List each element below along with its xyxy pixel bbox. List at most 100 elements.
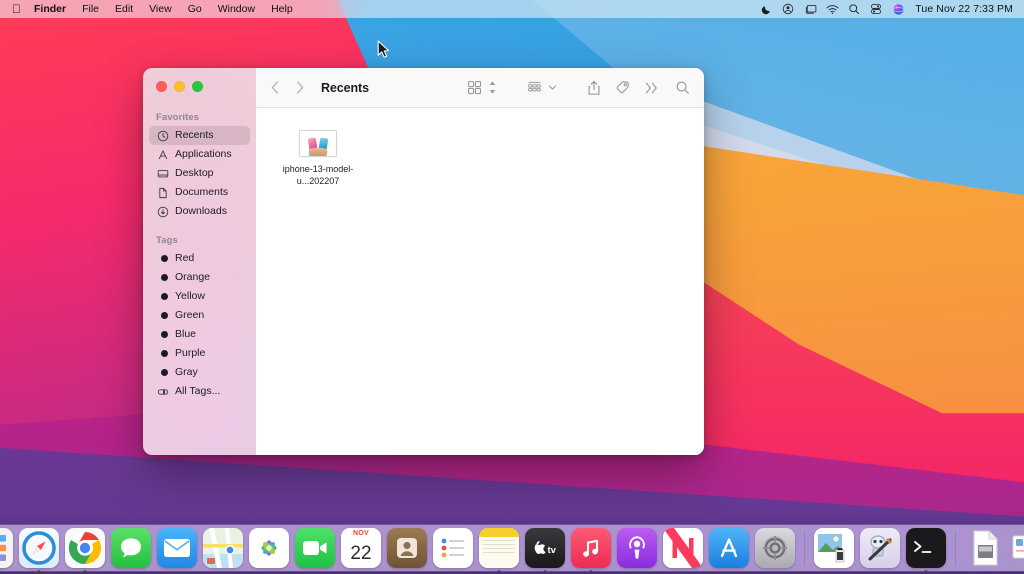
search-spotlight-icon[interactable] — [843, 0, 865, 18]
dock-item-messages[interactable] — [111, 528, 151, 568]
running-indicator — [544, 570, 547, 573]
more-chevrons-icon[interactable] — [640, 78, 664, 98]
dock-item-contacts[interactable] — [387, 528, 427, 568]
navigation-buttons — [266, 78, 309, 98]
dock-item-appletv[interactable]: tv — [525, 528, 565, 568]
window-traffic-lights — [156, 81, 203, 92]
user-account-circle-icon[interactable] — [777, 0, 799, 18]
menu-bar-left:  Finder File Edit View Go Window Help — [7, 0, 301, 18]
finder-main-pane: Recents — [256, 68, 704, 455]
dock-item-notes[interactable] — [479, 528, 519, 568]
menu-item-window[interactable]: Window — [210, 0, 263, 18]
apple-logo-icon[interactable]:  — [7, 2, 28, 17]
chevron-down-icon[interactable] — [547, 78, 558, 98]
dock-item-terminal[interactable] — [906, 528, 946, 568]
icon-view-grid-icon[interactable] — [464, 78, 484, 98]
tag-dot-icon — [156, 290, 169, 303]
share-icon[interactable] — [584, 78, 604, 98]
sidebar-item-label: Blue — [175, 328, 196, 341]
desktop-icon — [156, 167, 169, 180]
dock-item-downloads-stack[interactable] — [1011, 528, 1024, 568]
siri-icon[interactable] — [887, 0, 909, 18]
menu-item-view[interactable]: View — [141, 0, 180, 18]
finder-toolbar: Recents — [256, 68, 704, 108]
dock-item-facetime[interactable] — [295, 528, 335, 568]
sidebar-section-tags: Tags — [143, 231, 256, 249]
dock-item-podcasts[interactable] — [617, 528, 657, 568]
toolbar-actions — [584, 78, 692, 98]
sidebar-item-label: Purple — [175, 347, 205, 360]
sidebar-item-label: Gray — [175, 366, 198, 379]
menu-item-finder[interactable]: Finder — [28, 0, 74, 18]
menu-bar-clock[interactable]: Tue Nov 22 7:33 PM — [909, 3, 1017, 15]
menu-item-help[interactable]: Help — [263, 0, 301, 18]
sidebar-item-recents[interactable]: Recents — [149, 126, 250, 145]
finder-file-area[interactable]: iphone-13-model-u...202207 — [256, 108, 704, 455]
sidebar-item-downloads[interactable]: Downloads — [149, 202, 250, 221]
running-indicator — [498, 570, 501, 573]
dock-item-maps[interactable] — [203, 528, 243, 568]
tag-icon[interactable] — [612, 78, 632, 98]
menu-item-go[interactable]: Go — [180, 0, 210, 18]
sidebar-item-applications[interactable]: Applications — [149, 145, 250, 164]
tag-dot-icon — [156, 347, 169, 360]
dock-item-chrome[interactable] — [65, 528, 105, 568]
dock-item-reminders[interactable] — [433, 528, 473, 568]
dock-item-launchpad[interactable] — [0, 528, 13, 568]
dock-item-automator[interactable] — [860, 528, 900, 568]
menu-item-edit[interactable]: Edit — [107, 0, 141, 18]
sidebar-tag-yellow[interactable]: Yellow — [149, 287, 250, 306]
running-indicator — [925, 570, 928, 573]
stepper-up-down-icon[interactable] — [487, 78, 498, 98]
dock-item-document-stack[interactable] — [965, 528, 1005, 568]
forward-button[interactable] — [291, 78, 309, 98]
sidebar-tag-green[interactable]: Green — [149, 306, 250, 325]
sidebar-tag-orange[interactable]: Orange — [149, 268, 250, 287]
sidebar-item-all-tags[interactable]: All Tags... — [149, 382, 250, 401]
menu-bar-status-area: Tue Nov 22 7:33 PM — [755, 0, 1017, 18]
dock-item-news[interactable] — [663, 528, 703, 568]
svg-text:tv: tv — [548, 545, 557, 555]
sidebar-item-desktop[interactable]: Desktop — [149, 164, 250, 183]
screen-mirroring-icon[interactable] — [799, 0, 821, 18]
menu-item-file[interactable]: File — [74, 0, 107, 18]
window-title: Recents — [321, 81, 369, 95]
applications-icon — [156, 148, 169, 161]
search-icon[interactable] — [672, 78, 692, 98]
view-controls — [464, 78, 498, 98]
dock-item-preview[interactable] — [814, 528, 854, 568]
tag-dot-icon — [156, 328, 169, 341]
back-button[interactable] — [266, 78, 284, 98]
group-by-icon[interactable] — [524, 78, 544, 98]
dock-item-music[interactable] — [571, 528, 611, 568]
sidebar-item-label: Documents — [175, 186, 228, 199]
tag-dot-icon — [156, 252, 169, 265]
wifi-icon[interactable] — [821, 0, 843, 18]
dock: NOV 22 — [0, 525, 1024, 571]
dock-item-calendar[interactable]: NOV 22 — [341, 528, 381, 568]
control-center-icon[interactable] — [865, 0, 887, 18]
dock-item-photos[interactable] — [249, 528, 289, 568]
sidebar-tag-purple[interactable]: Purple — [149, 344, 250, 363]
sidebar-tag-blue[interactable]: Blue — [149, 325, 250, 344]
sidebar-tag-gray[interactable]: Gray — [149, 363, 250, 382]
document-icon — [156, 186, 169, 199]
dock-separator — [955, 531, 956, 565]
finder-window[interactable]: Favorites Recents Applications Desktop D… — [143, 68, 704, 455]
dock-item-mail[interactable] — [157, 528, 197, 568]
all-tags-icon — [156, 385, 169, 398]
group-by-controls — [524, 78, 558, 98]
running-indicator — [38, 570, 41, 573]
dock-item-appstore[interactable] — [709, 528, 749, 568]
dock-item-safari[interactable] — [19, 528, 59, 568]
file-item[interactable]: iphone-13-model-u...202207 — [278, 130, 358, 187]
tag-dot-icon — [156, 271, 169, 284]
minimize-button[interactable] — [174, 81, 185, 92]
close-button[interactable] — [156, 81, 167, 92]
dock-item-systempreferences[interactable] — [755, 528, 795, 568]
sidebar-item-label: Orange — [175, 271, 210, 284]
moon-do-not-disturb-icon[interactable] — [755, 0, 777, 18]
sidebar-item-documents[interactable]: Documents — [149, 183, 250, 202]
maximize-button[interactable] — [192, 81, 203, 92]
sidebar-tag-red[interactable]: Red — [149, 249, 250, 268]
